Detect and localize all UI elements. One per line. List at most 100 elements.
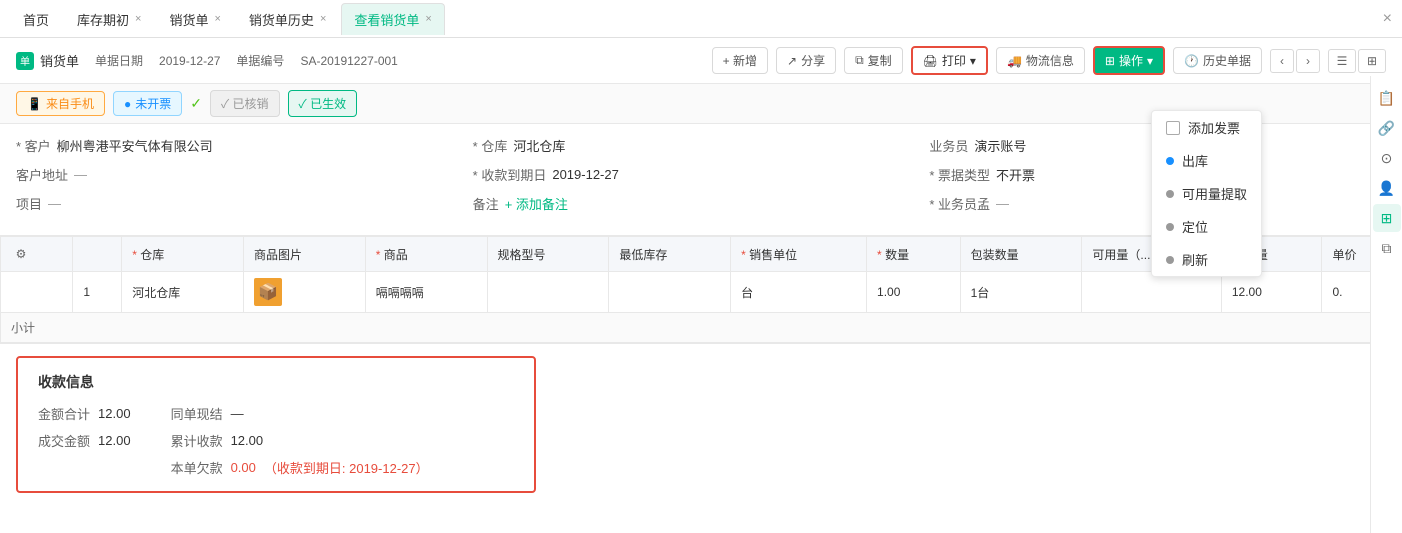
outbound-icon xyxy=(1166,157,1174,165)
row-num: 1 xyxy=(73,272,122,313)
tab-sales-history[interactable]: 销货单历史 × xyxy=(236,3,339,35)
customer-field: * 客户 柳州粤港平安气体有限公司 xyxy=(16,136,473,155)
row-min-stock xyxy=(609,272,731,313)
payment-total-label: 金额合计 xyxy=(38,404,90,423)
salesperson-value: — xyxy=(996,196,1009,211)
print-icon: 🖨 xyxy=(923,54,938,68)
sidebar-link-icon[interactable]: 🔗 xyxy=(1373,114,1401,142)
from-phone-button[interactable]: 📱 来自手机 xyxy=(16,91,105,116)
sidebar-expand-icon[interactable]: ⊞ xyxy=(1373,204,1401,232)
salesperson-label: * 业务员孟 xyxy=(929,194,990,213)
payment-total-value: 12.00 xyxy=(98,406,131,421)
row-product-image: 📦 xyxy=(243,272,365,313)
tab-view-sales[interactable]: 查看销货单 × xyxy=(341,3,444,35)
payment-row-same-settle: 同单现结 — xyxy=(171,404,429,423)
doc-meta: 单据日期 2019-12-27 单据编号 SA-20191227-001 xyxy=(95,52,398,69)
dropdown-refresh[interactable]: 刷新 xyxy=(1152,243,1261,276)
customer-value: 柳州粤港平安气体有限公司 xyxy=(57,136,213,155)
tab-inventory-init[interactable]: 库存期初 × xyxy=(64,3,154,35)
sidebar-grid-icon[interactable]: ⧉ xyxy=(1373,234,1401,262)
history-icon: 🕐 xyxy=(1184,54,1199,68)
effective-button[interactable]: ✓ 已生效 xyxy=(288,90,358,117)
share-button[interactable]: ↗ 分享 xyxy=(776,47,836,74)
add-note-button[interactable]: + 添加备注 xyxy=(505,194,568,213)
dropdown-add-invoice[interactable]: 添加发票 xyxy=(1152,111,1261,144)
history-button[interactable]: 🕐 历史单据 xyxy=(1173,47,1262,74)
payment-due-label: 本单欠款 xyxy=(171,458,223,477)
tab-home-label: 首页 xyxy=(23,10,49,29)
col-warehouse: 仓库 xyxy=(122,237,244,272)
payment-same-settle-value: — xyxy=(231,406,244,421)
row-quantity: 1.00 xyxy=(867,272,961,313)
payment-deal-label: 成交金额 xyxy=(38,431,90,450)
sidebar-user-icon[interactable]: 👤 xyxy=(1373,174,1401,202)
operator-label: 业务员 xyxy=(929,136,968,155)
operations-dropdown: 添加发票 出库 可用量提取 定位 刷新 xyxy=(1151,110,1262,277)
tab-view-sales-label: 查看销货单 xyxy=(354,10,419,29)
close-all-button[interactable]: × xyxy=(1383,10,1392,28)
dropdown-location[interactable]: 定位 xyxy=(1152,210,1261,243)
copy-icon: ⧉ xyxy=(855,53,864,68)
location-icon xyxy=(1166,223,1174,231)
dropdown-quantity-fetch[interactable]: 可用量提取 xyxy=(1152,177,1261,210)
tab-sales-order-close[interactable]: × xyxy=(214,13,220,25)
sidebar-doc-icon[interactable]: 📋 xyxy=(1373,84,1401,112)
note-field: 备注 + 添加备注 xyxy=(473,194,930,213)
settings-icon[interactable]: ⚙ xyxy=(11,244,31,264)
project-field: 项目 — xyxy=(16,194,473,213)
payment-deal-value: 12.00 xyxy=(98,433,131,448)
col-row-num xyxy=(73,237,122,272)
tab-sales-order[interactable]: 销货单 × xyxy=(156,3,233,35)
operator-value: 演示账号 xyxy=(974,136,1026,155)
ticket-type-label: * 票据类型 xyxy=(929,165,990,184)
doc-title-text: 销货单 xyxy=(40,51,79,70)
warehouse-label: * 仓库 xyxy=(473,136,508,155)
share-icon: ↗ xyxy=(787,54,797,68)
next-button[interactable]: › xyxy=(1296,49,1320,73)
doc-number-label: 单据编号 xyxy=(236,52,284,69)
new-button[interactable]: + 新增 xyxy=(712,47,768,74)
location-label: 定位 xyxy=(1182,217,1208,236)
sidebar-circle-icon[interactable]: ⊙ xyxy=(1373,144,1401,172)
cancelled-button[interactable]: ✓ 已核销 xyxy=(210,90,280,117)
logistics-icon: 🚚 xyxy=(1007,54,1022,68)
subtotal-row: 小计 xyxy=(1,313,1402,343)
not-open-button[interactable]: ● 未开票 xyxy=(113,91,182,116)
refresh-icon xyxy=(1166,256,1174,264)
print-button[interactable]: 🖨 打印 ▾ xyxy=(911,46,988,75)
nav-arrows: ‹ › xyxy=(1270,49,1320,73)
tab-inventory-init-label: 库存期初 xyxy=(77,10,129,29)
doc-date-value: 2019-12-27 xyxy=(159,54,220,68)
row-current-stock: 12.00 xyxy=(1221,272,1322,313)
row-settings xyxy=(1,272,73,313)
dropdown-outbound[interactable]: 出库 xyxy=(1152,144,1261,177)
col-sales-unit: 销售单位 xyxy=(731,237,867,272)
row-package-qty: 1台 xyxy=(960,272,1082,313)
tab-inventory-init-close[interactable]: × xyxy=(135,13,141,25)
list-view-button[interactable]: ☰ xyxy=(1328,49,1356,73)
due-date-value: 2019-12-27 xyxy=(552,167,619,182)
payment-due-value: 0.00 xyxy=(231,460,256,475)
doc-actions: + 新增 ↗ 分享 ⧉ 复制 🖨 打印 ▾ 🚚 物流信息 ⊞ 操作 ▾ xyxy=(712,46,1386,75)
bottom-area: 收款信息 金额合计 12.00 成交金额 12.00 同单现结 — xyxy=(0,344,1402,505)
operations-button[interactable]: ⊞ 操作 ▾ xyxy=(1093,46,1165,75)
customer-label: * 客户 xyxy=(16,136,51,155)
prev-button[interactable]: ‹ xyxy=(1270,49,1294,73)
payment-cumulative-label: 累计收款 xyxy=(171,431,223,450)
tab-view-sales-close[interactable]: × xyxy=(425,13,431,25)
tab-home[interactable]: 首页 xyxy=(10,3,62,35)
print-dropdown-arrow: ▾ xyxy=(970,54,976,68)
phone-icon: 📱 xyxy=(27,97,42,111)
cancelled-check-icon: ✓ xyxy=(221,97,229,111)
copy-button[interactable]: ⧉ 复制 xyxy=(844,47,903,74)
tab-sales-history-close[interactable]: × xyxy=(320,13,326,25)
payment-rows: 金额合计 12.00 成交金额 12.00 同单现结 — 累计收款 xyxy=(38,404,514,477)
check-icon: ✓ xyxy=(190,95,202,112)
tab-sales-order-label: 销货单 xyxy=(169,10,208,29)
col-settings[interactable]: ⚙ xyxy=(1,237,73,272)
logistics-button[interactable]: 🚚 物流信息 xyxy=(996,47,1085,74)
row-spec xyxy=(487,272,609,313)
grid-view-button[interactable]: ⊞ xyxy=(1358,49,1386,73)
due-date-field: * 收款到期日 2019-12-27 xyxy=(473,165,930,184)
note-label: 备注 xyxy=(473,194,499,213)
